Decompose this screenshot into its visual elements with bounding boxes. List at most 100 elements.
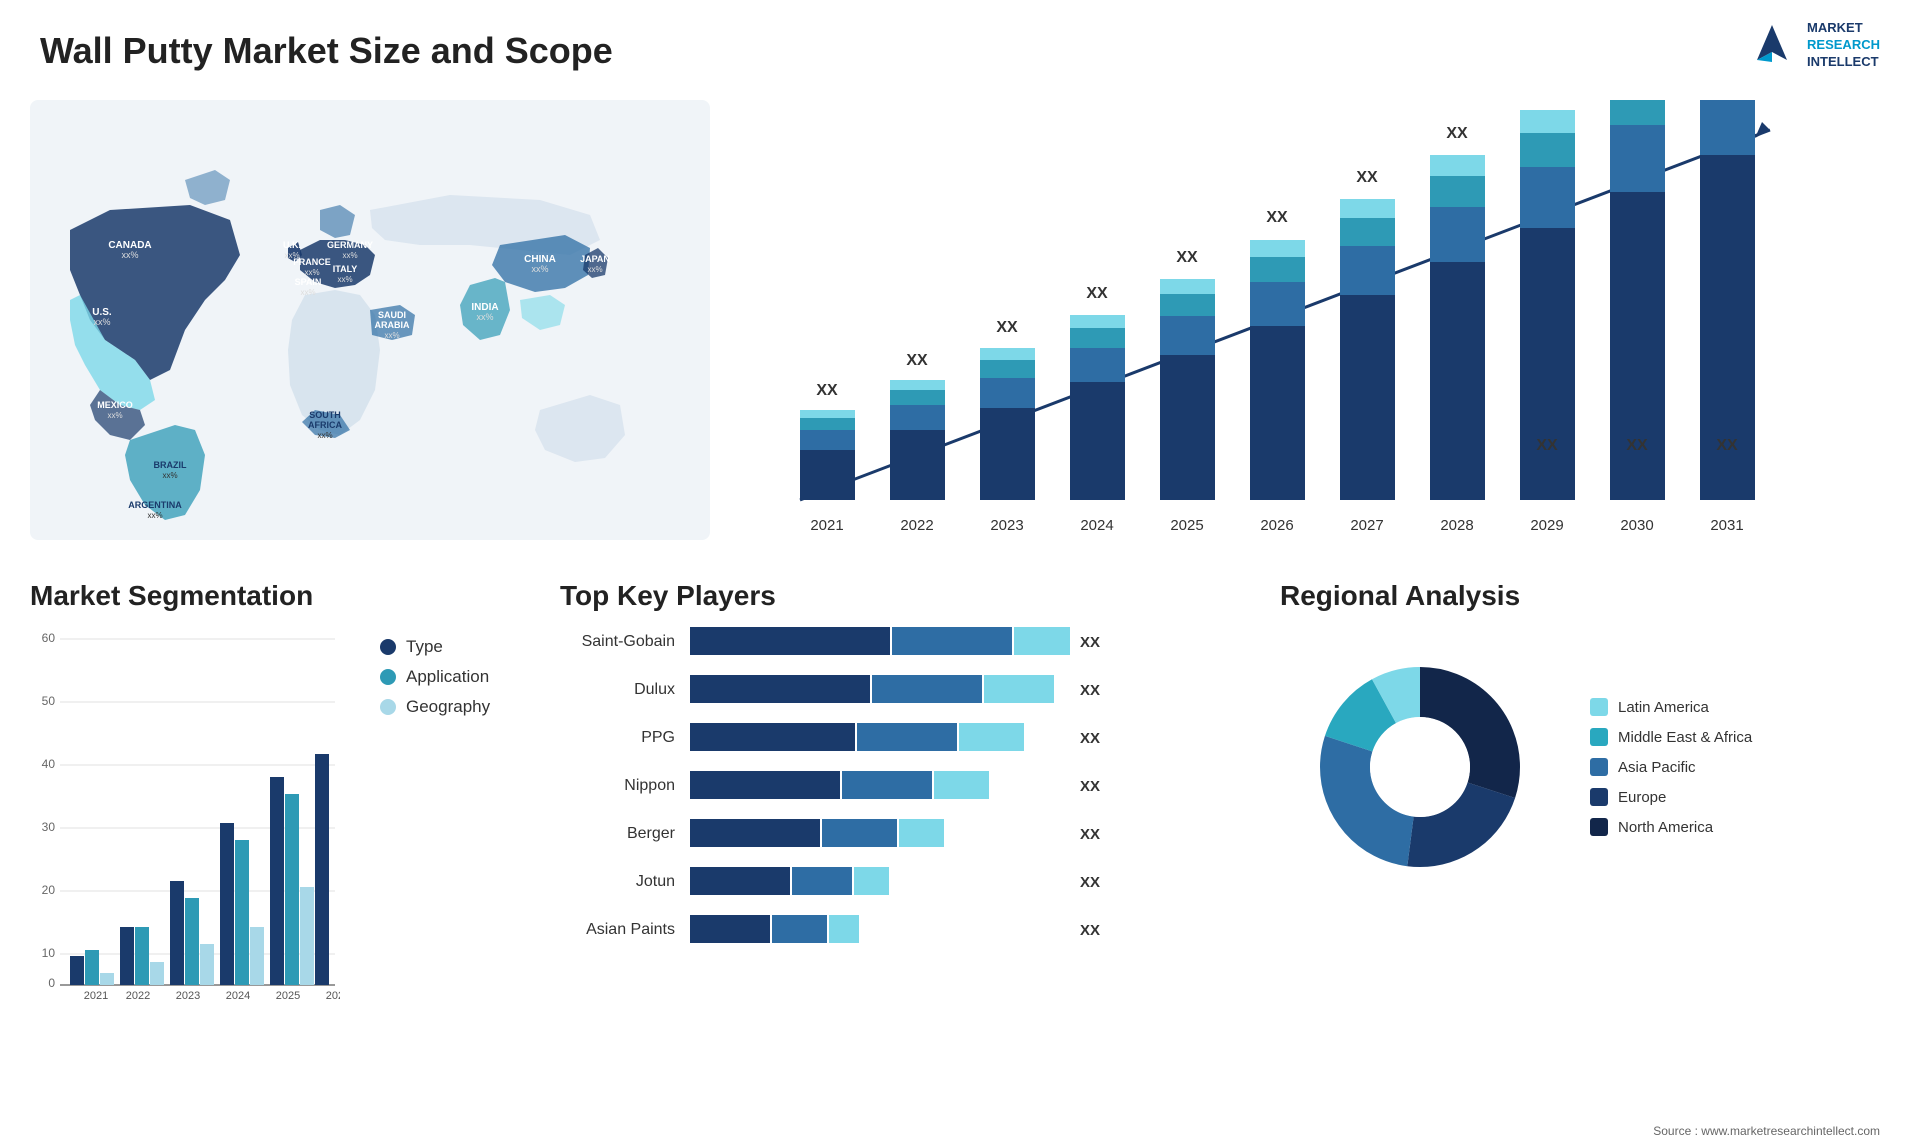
regional-legend: Latin America Middle East & Africa Asia … (1590, 698, 1752, 836)
player-value: XX (1080, 922, 1100, 939)
svg-text:xx%: xx% (531, 264, 548, 274)
legend-latin-america: Latin America (1590, 698, 1752, 716)
svg-text:XX: XX (1446, 125, 1468, 142)
svg-text:xx%: xx% (162, 471, 177, 480)
legend-type-dot (380, 639, 396, 655)
players-list: Saint-GobainXXDuluxXXPPGXXNipponXXBerger… (560, 627, 1260, 945)
legend-asia-pacific-label: Asia Pacific (1618, 759, 1696, 776)
svg-text:XX: XX (816, 382, 838, 399)
segmentation-title: Market Segmentation (30, 580, 530, 612)
player-bar-container: XX (690, 723, 1260, 753)
svg-text:XX: XX (1626, 437, 1648, 454)
svg-text:ARGENTINA: ARGENTINA (128, 500, 182, 510)
svg-text:AFRICA: AFRICA (308, 420, 342, 430)
player-bar-container: XX (690, 675, 1260, 705)
svg-text:2024: 2024 (1080, 517, 1113, 534)
svg-text:2021: 2021 (810, 517, 843, 534)
svg-text:10: 10 (42, 946, 56, 960)
svg-text:2028: 2028 (1440, 517, 1473, 534)
svg-text:xx%: xx% (587, 265, 602, 274)
legend-latin-america-label: Latin America (1618, 699, 1709, 716)
player-bar-container: XX (690, 771, 1260, 801)
svg-text:2029: 2029 (1530, 517, 1563, 534)
svg-text:60: 60 (42, 631, 56, 645)
svg-text:2023: 2023 (990, 517, 1023, 534)
players-title: Top Key Players (560, 580, 1260, 612)
player-bar-container: XX (690, 819, 1260, 849)
growth-chart-section: XX 2021 XX 2022 XX 2023 XX 2024 XX 2025 (720, 100, 1880, 560)
svg-text:20: 20 (42, 883, 56, 897)
source-text: Source : www.marketresearchintellect.com (1653, 1124, 1880, 1138)
logo-icon (1747, 20, 1797, 70)
legend-europe: Europe (1590, 788, 1752, 806)
growth-bar-chart: XX 2021 XX 2022 XX 2023 XX 2024 XX 2025 (720, 100, 1820, 550)
segmentation-section: Market Segmentation 60 50 40 30 20 10 0 (30, 580, 530, 1100)
svg-text:XX: XX (906, 352, 928, 369)
donut-chart (1280, 627, 1560, 907)
svg-text:2022: 2022 (900, 517, 933, 534)
svg-text:xx%: xx% (342, 251, 357, 260)
svg-text:FRANCE: FRANCE (293, 257, 331, 267)
player-row: Dulux XX (560, 675, 1260, 705)
svg-text:xx%: xx% (337, 275, 352, 284)
legend-north-america-color (1590, 818, 1608, 836)
svg-text:50: 50 (42, 694, 56, 708)
svg-text:2023: 2023 (176, 990, 200, 1002)
player-row: Asian Paints XX (560, 915, 1260, 945)
svg-text:xx%: xx% (384, 331, 399, 340)
legend-geography-dot (380, 699, 396, 715)
player-name: Asian Paints (560, 921, 690, 939)
player-bar-container: XX (690, 867, 1260, 897)
svg-text:xx%: xx% (147, 511, 162, 520)
svg-text:2024: 2024 (226, 990, 250, 1002)
player-row: Saint-GobainXX (560, 627, 1260, 657)
segmentation-bar-chart: 60 50 40 30 20 10 0 2021 (30, 627, 340, 1007)
svg-text:30: 30 (42, 820, 56, 834)
svg-text:0: 0 (48, 976, 55, 990)
page-title: Wall Putty Market Size and Scope (40, 30, 613, 72)
legend-latin-america-color (1590, 698, 1608, 716)
player-bar-container: XX (690, 915, 1260, 945)
svg-text:2027: 2027 (1350, 517, 1383, 534)
player-name: Saint-Gobain (560, 633, 690, 651)
svg-text:2025: 2025 (1170, 517, 1203, 534)
player-name: PPG (560, 729, 690, 747)
svg-text:2031: 2031 (1710, 517, 1743, 534)
player-name: Jotun (560, 873, 690, 891)
svg-text:40: 40 (42, 757, 56, 771)
svg-text:SAUDI: SAUDI (378, 310, 406, 320)
legend-asia-pacific-color (1590, 758, 1608, 776)
svg-text:xx%: xx% (317, 431, 332, 440)
player-bar-container: XX (690, 627, 1260, 657)
svg-text:2021: 2021 (84, 990, 108, 1002)
player-name: Nippon (560, 777, 690, 795)
donut-container: Latin America Middle East & Africa Asia … (1280, 627, 1900, 907)
svg-text:XX: XX (996, 319, 1018, 336)
svg-text:XX: XX (1086, 285, 1108, 302)
logo-text: MARKET RESEARCH INTELLECT (1807, 20, 1880, 71)
svg-text:SOUTH: SOUTH (309, 410, 341, 420)
player-name: Dulux (560, 681, 690, 699)
legend-mea: Middle East & Africa (1590, 728, 1752, 746)
player-value: XX (1080, 778, 1100, 795)
player-value: XX (1080, 682, 1100, 699)
legend-north-america: North America (1590, 818, 1752, 836)
svg-text:XX: XX (1716, 437, 1738, 454)
svg-text:GERMANY: GERMANY (327, 240, 373, 250)
legend-europe-color (1590, 788, 1608, 806)
players-section: Top Key Players Saint-GobainXXDuluxXXPPG… (560, 580, 1260, 1100)
regional-title: Regional Analysis (1280, 580, 1900, 612)
svg-text:XX: XX (1266, 209, 1288, 226)
player-row: JotunXX (560, 867, 1260, 897)
svg-text:xx%: xx% (304, 268, 319, 277)
svg-text:xx%: xx% (93, 317, 110, 327)
legend-application-dot (380, 669, 396, 685)
svg-text:xx%: xx% (476, 312, 493, 322)
legend-asia-pacific: Asia Pacific (1590, 758, 1752, 776)
segmentation-legend: Type Application Geography (380, 637, 490, 717)
svg-text:SPAIN: SPAIN (295, 277, 322, 287)
svg-text:xx%: xx% (300, 288, 315, 297)
svg-text:BRAZIL: BRAZIL (154, 460, 187, 470)
legend-mea-label: Middle East & Africa (1618, 729, 1752, 746)
svg-text:ITALY: ITALY (333, 264, 358, 274)
